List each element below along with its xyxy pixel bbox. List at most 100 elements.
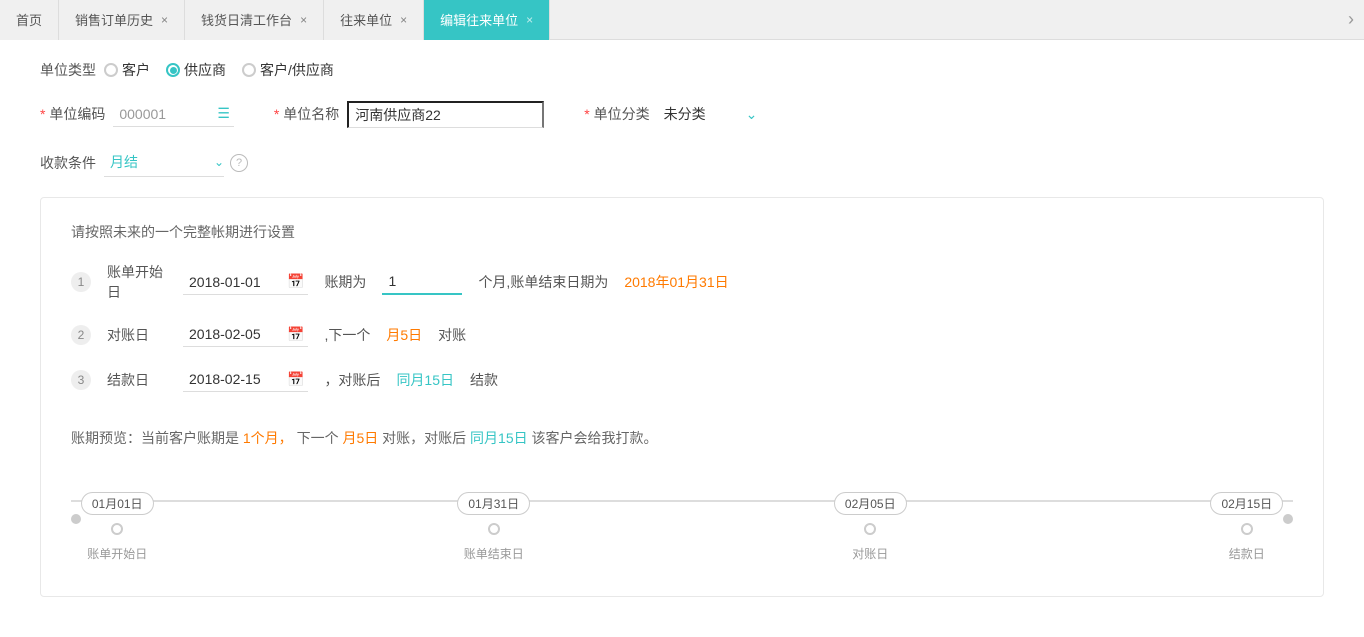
unit-name-label: 单位名称 bbox=[274, 104, 339, 124]
start-date-input-wrap: 📅 bbox=[183, 270, 308, 295]
reconcile-suffix: 对账 bbox=[438, 325, 466, 345]
payment-terms-label: 收款条件 bbox=[40, 153, 96, 173]
preview-part3-highlight: 同月15日 bbox=[470, 430, 528, 446]
timeline-dot-3 bbox=[1241, 523, 1253, 535]
timeline: 01月01日 账单开始日 01月31日 账单结束日 02月05日 对账日 bbox=[71, 472, 1293, 572]
timeline-dot-0 bbox=[111, 523, 123, 535]
payment-highlight: 同月15日 bbox=[396, 370, 454, 390]
payment-terms-chevron-icon: ⌄ bbox=[214, 155, 224, 169]
period-label: 账期为 bbox=[324, 272, 366, 292]
unit-classify-group: 单位分类 未分类 ⌄ bbox=[584, 100, 763, 128]
tab-cashflow[interactable]: 钱货日清工作台 × bbox=[185, 0, 324, 40]
period-setting-panel: 请按照未来的一个完整帐期进行设置 1 账单开始日 📅 账期为 个月,账单结束日期… bbox=[40, 197, 1324, 597]
timeline-item-2: 02月05日 对账日 bbox=[834, 492, 907, 562]
timeline-items: 01月01日 账单开始日 01月31日 账单结束日 02月05日 对账日 bbox=[81, 492, 1283, 562]
reconcile-date-input[interactable] bbox=[183, 322, 283, 346]
tab-edit-partner-close[interactable]: × bbox=[526, 13, 533, 27]
unit-name-group: 单位名称 bbox=[274, 101, 544, 128]
unit-code-input[interactable] bbox=[113, 102, 213, 126]
unit-code-group: 单位编码 ☰ bbox=[40, 102, 234, 127]
timeline-right-dot bbox=[1283, 514, 1293, 524]
reconcile-highlight: 月5日 bbox=[386, 325, 422, 345]
reconcile-prefix: ,下一个 bbox=[324, 325, 370, 345]
radio-group: 客户 供应商 客户/供应商 bbox=[104, 60, 334, 80]
unit-type-group: 单位类型 客户 供应商 客户/供应商 bbox=[40, 60, 334, 80]
timeline-sub-3: 结款日 bbox=[1229, 545, 1265, 562]
reconcile-date-calendar-icon[interactable]: 📅 bbox=[283, 326, 308, 343]
radio-customer-circle bbox=[104, 63, 118, 77]
timeline-sub-0: 账单开始日 bbox=[87, 545, 147, 562]
tab-cashflow-close[interactable]: × bbox=[300, 13, 307, 27]
unit-classify-dropdown[interactable]: 未分类 ⌄ bbox=[658, 100, 764, 128]
unit-classify-value: 未分类 bbox=[664, 104, 706, 124]
panel-row-1: 1 账单开始日 📅 账期为 个月,账单结束日期为 2018年01月31日 bbox=[71, 262, 1293, 302]
unit-type-label: 单位类型 bbox=[40, 60, 96, 80]
unit-classify-label: 单位分类 bbox=[584, 104, 649, 124]
reconcile-date-input-wrap: 📅 bbox=[183, 322, 308, 347]
radio-customer-supplier-circle bbox=[242, 63, 256, 77]
period-end-date: 2018年01月31日 bbox=[624, 272, 728, 292]
tab-sales-history[interactable]: 销售订单历史 × bbox=[59, 0, 185, 40]
help-icon[interactable]: ? bbox=[230, 154, 248, 172]
timeline-badge-1: 01月31日 bbox=[457, 492, 530, 515]
tab-home[interactable]: 首页 bbox=[0, 0, 59, 40]
timeline-badge-3: 02月15日 bbox=[1210, 492, 1283, 515]
timeline-badge-0: 01月01日 bbox=[81, 492, 154, 515]
unit-code-input-wrap: ☰ bbox=[113, 102, 234, 127]
payment-terms-group: 收款条件 月结 ⌄ ? bbox=[40, 148, 248, 177]
row-label-1: 账单开始日 bbox=[107, 262, 167, 302]
row-num-1: 1 bbox=[71, 272, 91, 292]
payment-date-input[interactable] bbox=[183, 367, 283, 391]
tab-more-button[interactable]: › bbox=[1338, 9, 1364, 30]
start-date-input[interactable] bbox=[183, 270, 283, 294]
unit-code-icon[interactable]: ☰ bbox=[213, 105, 234, 122]
tab-edit-partner[interactable]: 编辑往来单位 × bbox=[424, 0, 550, 40]
preview-section: 账期预览：当前客户账期是 1个月， 下一个 月5日 对账，对账后 同月15日 该… bbox=[71, 412, 1293, 572]
tab-partners-close[interactable]: × bbox=[400, 13, 407, 27]
timeline-item-3: 02月15日 结款日 bbox=[1210, 492, 1283, 562]
timeline-left-dot bbox=[71, 514, 81, 524]
preview-text: 账期预览：当前客户账期是 1个月， 下一个 月5日 对账，对账后 同月15日 该… bbox=[71, 428, 1293, 448]
main-content: 单位类型 客户 供应商 客户/供应商 单位编码 bbox=[0, 40, 1364, 637]
tab-bar: 首页 销售订单历史 × 钱货日清工作台 × 往来单位 × 编辑往来单位 × › bbox=[0, 0, 1364, 40]
unit-code-label: 单位编码 bbox=[40, 104, 105, 124]
unit-info-row: 单位编码 ☰ 单位名称 单位分类 未分类 ⌄ bbox=[40, 100, 1324, 128]
preview-part1: 1个月， bbox=[243, 430, 293, 446]
preview-part2-highlight: 月5日 bbox=[342, 430, 378, 446]
row-num-2: 2 bbox=[71, 325, 91, 345]
timeline-dot-2 bbox=[864, 523, 876, 535]
tab-sales-history-close[interactable]: × bbox=[161, 13, 168, 27]
timeline-badge-2: 02月05日 bbox=[834, 492, 907, 515]
row-label-3: 结款日 bbox=[107, 370, 167, 390]
unit-type-row: 单位类型 客户 供应商 客户/供应商 bbox=[40, 60, 1324, 80]
timeline-sub-1: 账单结束日 bbox=[464, 545, 524, 562]
timeline-item-0: 01月01日 账单开始日 bbox=[81, 492, 154, 562]
classify-chevron-icon: ⌄ bbox=[746, 106, 758, 123]
radio-customer[interactable]: 客户 bbox=[104, 60, 150, 80]
radio-supplier[interactable]: 供应商 bbox=[166, 60, 226, 80]
panel-row-3: 3 结款日 📅 ，对账后 同月15日 结款 bbox=[71, 367, 1293, 392]
period-unit-text: 个月,账单结束日期为 bbox=[478, 272, 608, 292]
radio-customer-supplier[interactable]: 客户/供应商 bbox=[242, 60, 334, 80]
payment-date-calendar-icon[interactable]: 📅 bbox=[283, 371, 308, 388]
payment-terms-value: 月结 bbox=[104, 148, 214, 176]
payment-terms-row: 收款条件 月结 ⌄ ? bbox=[40, 148, 1324, 177]
payment-date-input-wrap: 📅 bbox=[183, 367, 308, 392]
preview-part4: 该客户会给我打款。 bbox=[532, 430, 658, 446]
panel-description: 请按照未来的一个完整帐期进行设置 bbox=[71, 222, 1293, 242]
period-input[interactable] bbox=[382, 269, 462, 293]
payment-terms-select[interactable]: 月结 ⌄ bbox=[104, 148, 224, 177]
row-label-2: 对账日 bbox=[107, 325, 167, 345]
preview-prefix: 账期预览：当前客户账期是 bbox=[71, 430, 239, 446]
timeline-sub-2: 对账日 bbox=[852, 545, 888, 562]
preview-part2-before: 下一个 bbox=[297, 430, 339, 446]
start-date-calendar-icon[interactable]: 📅 bbox=[283, 273, 308, 290]
payment-prefix: ，对账后 bbox=[324, 370, 380, 390]
row-num-3: 3 bbox=[71, 370, 91, 390]
radio-supplier-circle bbox=[166, 63, 180, 77]
tab-partners[interactable]: 往来单位 × bbox=[324, 0, 424, 40]
timeline-item-1: 01月31日 账单结束日 bbox=[457, 492, 530, 562]
timeline-dot-1 bbox=[488, 523, 500, 535]
preview-part3-before: 对账，对账后 bbox=[382, 430, 466, 446]
unit-name-input[interactable] bbox=[347, 101, 544, 128]
